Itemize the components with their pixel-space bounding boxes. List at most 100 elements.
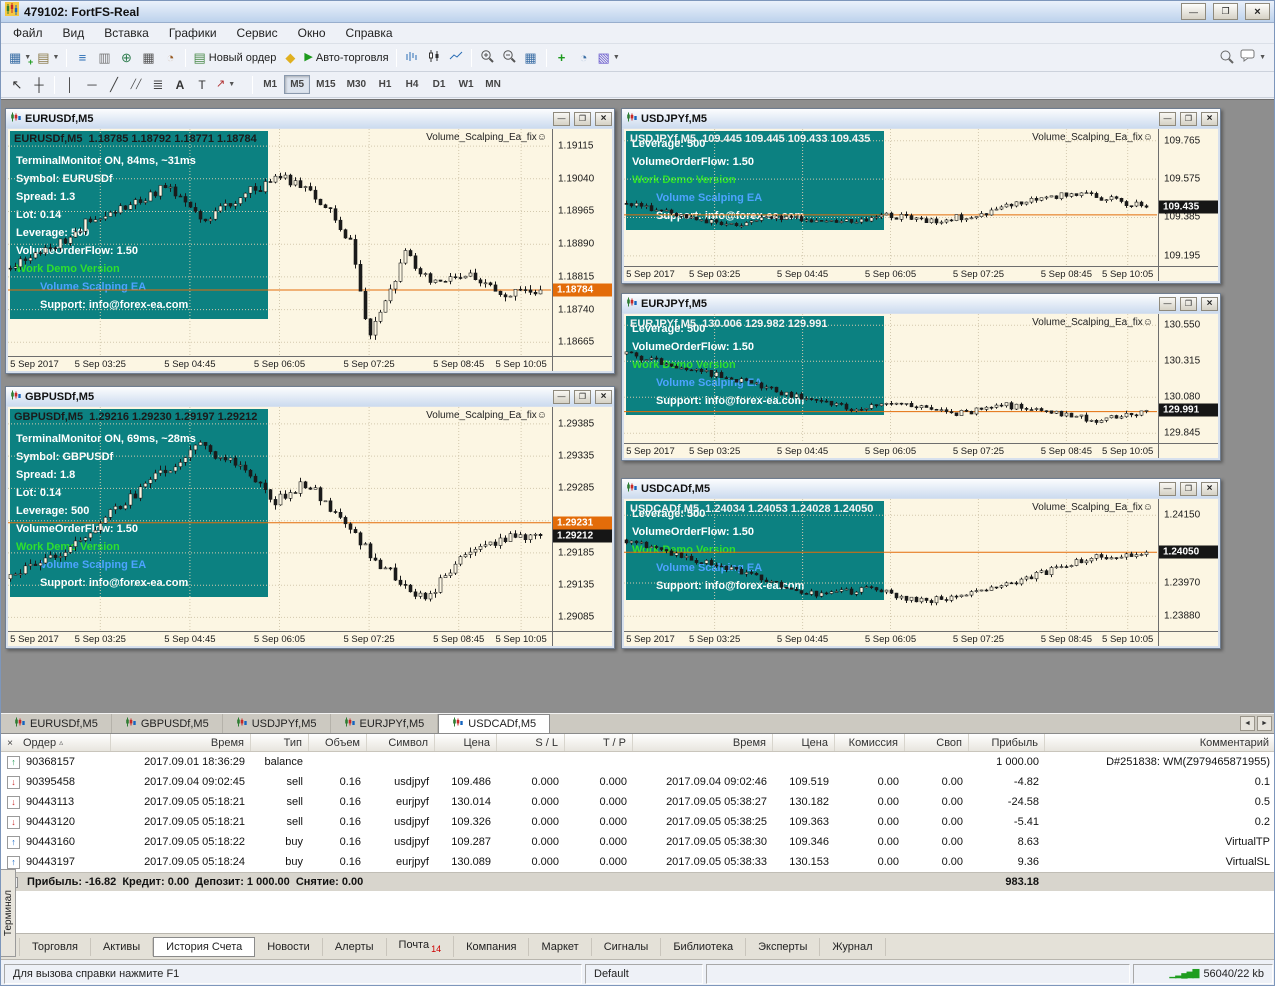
history-col-header[interactable]: Объем <box>309 734 367 751</box>
history-col-header[interactable]: Комиссия <box>835 734 905 751</box>
chart-titlebar[interactable]: USDJPYf,M5 — ❐ × <box>622 109 1220 128</box>
chart-tab-USDCADf,M5[interactable]: USDCADf,M5 <box>438 714 551 733</box>
timeframe-button-H4[interactable]: H4 <box>399 75 425 94</box>
timeframe-button-M15[interactable]: M15 <box>311 75 340 94</box>
history-row[interactable]: ↓ 90443120 2017.09.05 05:18:21 sell 0.16 usdj… <box>1 812 1274 832</box>
history-col-header[interactable]: Время <box>111 734 251 751</box>
line-chart-button[interactable] <box>445 47 467 69</box>
history-col-header[interactable]: S / L <box>497 734 565 751</box>
chart-window-usdjpy[interactable]: USDJPYf,M5 — ❐ × Leverage: 500 VolumeOrderFlo… <box>621 108 1221 284</box>
menu-item-Вид[interactable]: Вид <box>53 24 95 42</box>
chart-window-gbpusd[interactable]: GBPUSDf,M5 — ❐ × TerminalMonitor ON, 69ms, ~… <box>5 386 615 649</box>
indicators-button[interactable]: + <box>551 47 573 69</box>
chart-price-axis[interactable]: 109.765 109.575 109.385 109.195 109.435 <box>1158 129 1218 266</box>
chart-close-button[interactable]: × <box>595 111 612 126</box>
terminal-tab-Сигналы[interactable]: Сигналы <box>592 937 662 956</box>
history-row[interactable]: ↑ 90443197 2017.09.05 05:18:24 buy 0.16 eurjp… <box>1 852 1274 872</box>
data-window-button[interactable]: ▥ <box>93 47 115 69</box>
chart-tab-USDJPYf,M5[interactable]: USDJPYf,M5 <box>223 714 331 733</box>
chart-minimize-button[interactable]: — <box>553 389 570 404</box>
chart-price-axis[interactable]: 1.24150 1.23970 1.23880 1.24050 <box>1158 499 1218 631</box>
terminal-tab-Маркет[interactable]: Маркет <box>529 937 592 956</box>
timeframe-button-D1[interactable]: D1 <box>426 75 452 94</box>
autotrade-button[interactable]: ▶ Авто-торговля <box>301 47 391 69</box>
search-button[interactable] <box>1215 47 1237 69</box>
terminal-side-tab[interactable]: Терминал <box>1 869 16 957</box>
chart-restore-button[interactable]: ❐ <box>574 389 591 404</box>
chart-close-button[interactable]: × <box>1201 481 1218 496</box>
menu-item-Сервис[interactable]: Сервис <box>227 24 288 42</box>
history-row[interactable]: ↓ 90443113 2017.09.05 05:18:21 sell 0.16 eurj… <box>1 792 1274 812</box>
history-row[interactable]: ↑ 90443160 2017.09.05 05:18:22 buy 0.16 usdjp… <box>1 832 1274 852</box>
history-header-row[interactable]: Ордер ▵ Время Тип Объем Символ Цена S / LT / PВ… <box>1 734 1274 752</box>
terminal-tab-Библиотека[interactable]: Библиотека <box>661 937 747 956</box>
chart-minimize-button[interactable]: — <box>1159 481 1176 496</box>
terminal-tab-Почта[interactable]: Почта 14 <box>387 936 455 957</box>
chart-titlebar[interactable]: EURJPYf,M5 — ❐ × <box>622 294 1220 313</box>
terminal-tab-Компания[interactable]: Компания <box>454 937 530 956</box>
menu-item-Окно[interactable]: Окно <box>288 24 336 42</box>
text-button[interactable]: A <box>169 74 191 96</box>
timeframe-button-M30[interactable]: M30 <box>342 75 371 94</box>
history-col-header[interactable]: Символ <box>367 734 435 751</box>
history-col-header[interactable]: Комментарий <box>1045 734 1274 751</box>
chart-titlebar[interactable]: EURUSDf,M5 — ❐ × <box>6 109 614 128</box>
terminal-button[interactable]: ▦ <box>137 47 159 69</box>
history-col-header[interactable]: T / P <box>565 734 633 751</box>
chart-close-button[interactable]: × <box>1201 296 1218 311</box>
navigator-button[interactable]: ⊕ <box>115 47 137 69</box>
chart-close-button[interactable]: × <box>1201 111 1218 126</box>
timeframe-button-MN[interactable]: MN <box>480 75 506 94</box>
candlestick-chart-button[interactable] <box>423 47 445 69</box>
market-watch-button[interactable]: ≡ <box>71 47 93 69</box>
menu-item-Графики[interactable]: Графики <box>159 24 227 42</box>
chart-price-axis[interactable]: 130.550 130.315 130.080 129.845 129.991 <box>1158 314 1218 443</box>
terminal-tab-Эксперты[interactable]: Эксперты <box>746 937 821 956</box>
zoom-out-button[interactable] <box>498 47 520 69</box>
tab-scroll-left-button[interactable]: ◄ <box>1240 716 1255 731</box>
zoom-in-button[interactable] <box>476 47 498 69</box>
terminal-tab-История Счета[interactable]: История Счета <box>153 936 256 957</box>
history-row[interactable]: ↑ 90368157 2017.09.01 18:36:29 balance 1 000… <box>1 752 1274 772</box>
history-col-header[interactable]: Прибыль <box>969 734 1045 751</box>
periods-button[interactable]: ◔ <box>573 47 595 69</box>
metaeditor-button[interactable]: ◆ <box>279 47 301 69</box>
timeframe-button-H1[interactable]: H1 <box>372 75 398 94</box>
chart-window-eurusd[interactable]: EURUSDf,M5 — ❐ × TerminalMonitor ON, 84ms, ~… <box>5 108 615 374</box>
tile-windows-button[interactable]: ▦ <box>520 47 542 69</box>
text-label-button[interactable]: T <box>191 74 213 96</box>
timeframe-button-M5[interactable]: M5 <box>284 75 311 94</box>
chart-plot-area[interactable]: TerminalMonitor ON, 69ms, ~28ms Symbol: G… <box>8 407 552 631</box>
chart-tab-GBPUSDf,M5[interactable]: GBPUSDf,M5 <box>112 714 223 733</box>
vertical-line-button[interactable]: │ <box>59 74 81 96</box>
chart-minimize-button[interactable]: — <box>553 111 570 126</box>
history-row[interactable]: ↓ 90395458 2017.09.04 09:02:45 sell 0.16 usdj… <box>1 772 1274 792</box>
chart-restore-button[interactable]: ❐ <box>574 111 591 126</box>
restore-button[interactable]: ❐ <box>1213 3 1238 20</box>
chart-price-axis[interactable]: 1.293851.293351.292851.292351.291851.291… <box>552 407 612 631</box>
menu-item-Вставка[interactable]: Вставка <box>94 24 159 42</box>
horizontal-line-button[interactable]: ─ <box>81 74 103 96</box>
chart-tab-EURUSDf,M5[interactable]: EURUSDf,M5 <box>1 714 112 733</box>
history-col-header[interactable]: Ордер ▵ <box>1 734 111 751</box>
chart-plot-area[interactable]: Leverage: 500 VolumeOrderFlow: 1.50 Work D… <box>624 129 1158 266</box>
menu-item-Файл[interactable]: Файл <box>3 24 53 42</box>
chart-restore-button[interactable]: ❐ <box>1180 111 1197 126</box>
new-order-button[interactable]: ▤ Новый ордер <box>190 47 279 69</box>
terminal-tab-Новости[interactable]: Новости <box>255 937 323 956</box>
tab-scroll-right-button[interactable]: ► <box>1257 716 1272 731</box>
window-titlebar[interactable]: 479102: FortFS-Real — ❐ × <box>1 1 1274 23</box>
history-col-header[interactable]: Цена <box>435 734 497 751</box>
terminal-close-icon[interactable]: × <box>4 737 16 749</box>
timeframe-button-M1[interactable]: M1 <box>257 75 283 94</box>
new-chart-button[interactable]: ▦ + ▼ <box>6 47 34 69</box>
chart-minimize-button[interactable]: — <box>1159 111 1176 126</box>
history-col-header[interactable]: Цена <box>773 734 835 751</box>
arrows-button[interactable]: ↗ ▼ <box>213 74 238 96</box>
chart-tab-EURJPYf,M5[interactable]: EURJPYf,M5 <box>331 714 439 733</box>
channel-button[interactable]: ╱╱ <box>125 74 147 96</box>
chart-restore-button[interactable]: ❐ <box>1180 296 1197 311</box>
templates-button[interactable]: ▧ ▼ <box>595 47 623 69</box>
cursor-button[interactable]: ↖ <box>6 74 28 96</box>
chart-time-axis[interactable]: 5 Sep 2017 5 Sep 03:25 5 Sep 04:45 5 Sep 06… <box>624 631 1158 646</box>
